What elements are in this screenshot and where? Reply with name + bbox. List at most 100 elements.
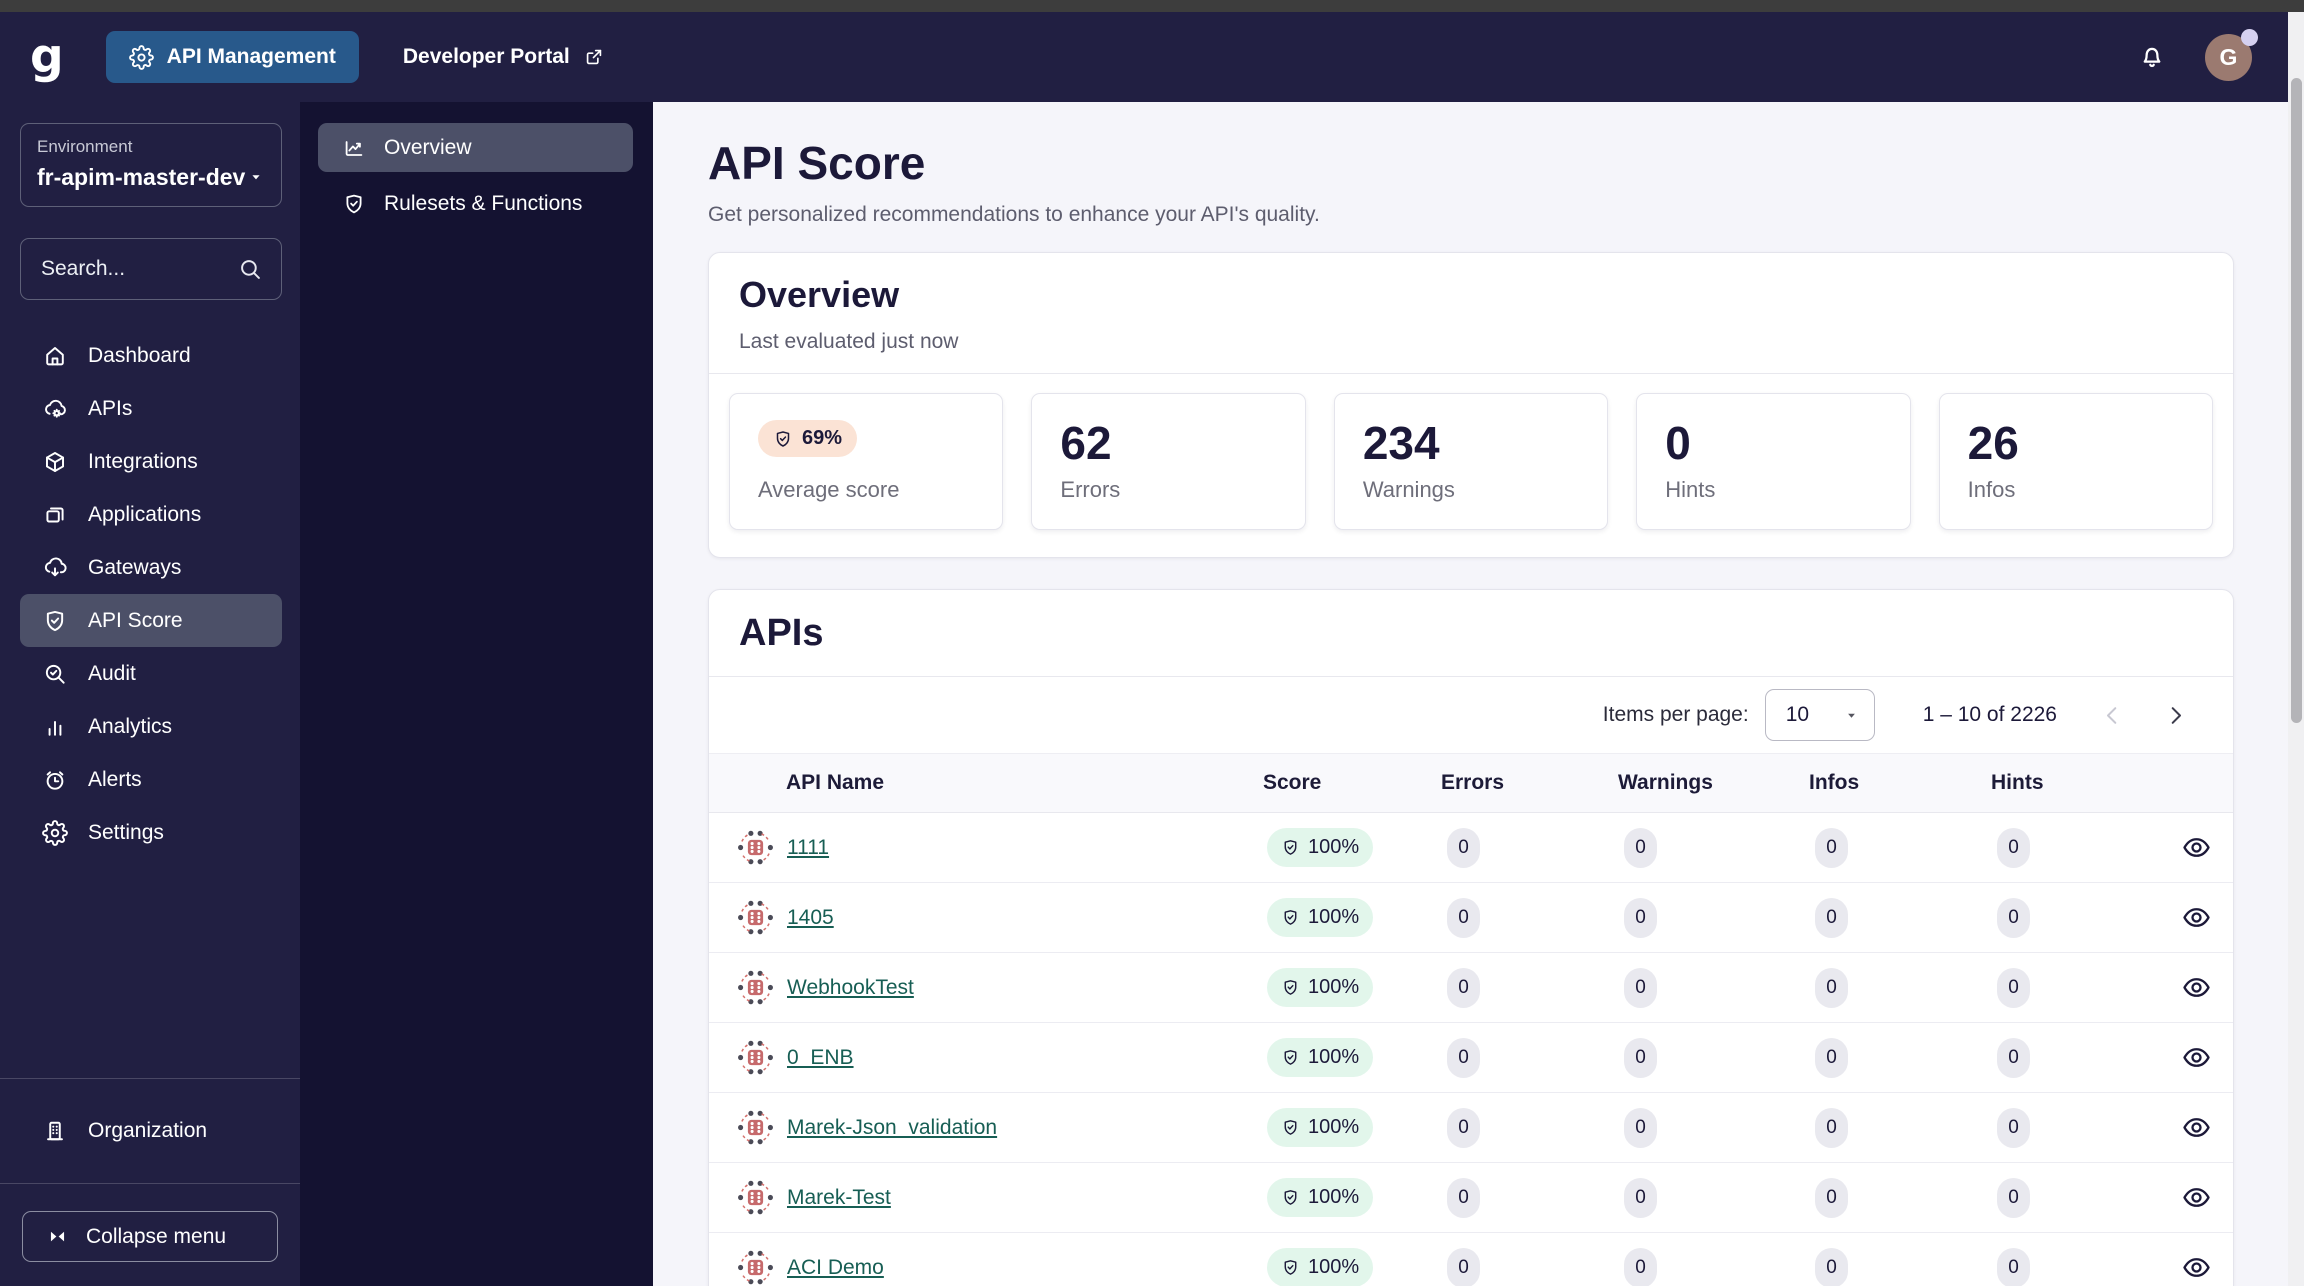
api-name-link[interactable]: Marek-Test <box>787 1186 891 1210</box>
sidebar-item-label: Alerts <box>88 767 142 791</box>
infos-count: 0 <box>1815 897 1848 938</box>
column-header-score: Score <box>1263 771 1322 794</box>
environment-select[interactable]: Environment fr-apim-master-dev <box>20 123 282 207</box>
api-name-link[interactable]: WebhookTest <box>787 976 914 1000</box>
page-size-value: 10 <box>1785 703 1810 726</box>
shield-check-icon <box>342 192 366 216</box>
stat-label: Average score <box>758 477 900 502</box>
api-avatar-icon <box>737 1179 774 1216</box>
stat-card-average-score: 69% Average score <box>729 393 1004 530</box>
api-avatar-icon <box>737 899 774 936</box>
eye-button[interactable] <box>2181 972 2212 1003</box>
subsidebar-item-label: Overview <box>384 135 472 159</box>
sidebar-item-api-score[interactable]: API Score <box>20 594 282 647</box>
sidebar-item-integrations[interactable]: Integrations <box>20 435 282 488</box>
topbar: g API Management Developer Portal G <box>0 12 2288 102</box>
api-name-link[interactable]: 0_ENB <box>787 1046 854 1070</box>
overview-card: Overview Last evaluated just now 69% Ave… <box>708 252 2234 558</box>
shield-check-icon <box>1281 978 1300 997</box>
page-title: API Score <box>708 137 926 189</box>
overview-stats: 69% Average score 62 Errors 234 Warnings 0… <box>709 374 2233 557</box>
search-check-icon <box>42 661 68 687</box>
subsidebar-item-label: Rulesets & Functions <box>384 191 583 215</box>
api-name-link[interactable]: 1111 <box>787 836 829 860</box>
sidebar-nav: Dashboard APIs Integrations Applications… <box>0 329 300 859</box>
stat-value: 234 <box>1362 417 1440 469</box>
api-avatar-icon <box>737 829 774 866</box>
cloud-gear-icon <box>42 396 68 422</box>
hints-count: 0 <box>1997 1177 2030 1218</box>
next-page-chevron-icon[interactable] <box>2162 702 2189 729</box>
sidebar-item-label: Integrations <box>88 449 198 473</box>
scrollbar-thumb[interactable] <box>2290 78 2302 723</box>
user-avatar[interactable]: G <box>2205 28 2258 81</box>
sidebar-item-analytics[interactable]: Analytics <box>20 700 282 753</box>
stat-label: Infos <box>1967 477 2016 502</box>
errors-count: 0 <box>1447 1107 1480 1148</box>
sidebar-item-audit[interactable]: Audit <box>20 647 282 700</box>
hints-count: 0 <box>1997 1037 2030 1078</box>
stat-card-errors: 62 Errors <box>1031 393 1306 530</box>
secondary-sidebar: Overview Rulesets & Functions <box>300 102 653 1286</box>
cloud-download-icon <box>42 555 68 581</box>
warnings-count: 0 <box>1624 1107 1657 1148</box>
sidebar-divider <box>0 1183 300 1184</box>
sidebar-item-label: Dashboard <box>88 343 191 367</box>
infos-count: 0 <box>1815 967 1848 1008</box>
eye-button[interactable] <box>2181 1252 2212 1283</box>
eye-button[interactable] <box>2181 1042 2212 1073</box>
sidebar-item-label: APIs <box>88 396 133 420</box>
page-scrollbar <box>2288 12 2304 1286</box>
sidebar-item-gateways[interactable]: Gateways <box>20 541 282 594</box>
api-avatar-icon <box>737 1109 774 1146</box>
shield-check-icon <box>42 608 68 634</box>
hints-count: 0 <box>1997 967 2030 1008</box>
table-header: API Name Score Errors Warnings Infos Hints <box>709 753 2233 813</box>
shield-check-icon <box>1281 1118 1300 1137</box>
subsidebar-item-rulesets-functions[interactable]: Rulesets & Functions <box>318 179 633 228</box>
api-management-button[interactable]: API Management <box>105 31 359 83</box>
subsidebar-item-overview[interactable]: Overview <box>318 123 633 172</box>
sidebar-item-organization[interactable]: Organization <box>0 1079 300 1183</box>
alarm-icon <box>42 767 68 793</box>
hints-count: 0 <box>1997 827 2030 868</box>
previous-page-chevron-icon[interactable] <box>2099 702 2126 729</box>
collapse-menu-button[interactable]: Collapse menu <box>22 1211 278 1262</box>
column-header-api-name: API Name <box>786 771 885 794</box>
api-avatar-icon <box>737 1039 774 1076</box>
eye-button[interactable] <box>2181 1112 2212 1143</box>
sidebar-item-dashboard[interactable]: Dashboard <box>20 329 282 382</box>
collapse-menu-label: Collapse menu <box>86 1224 227 1248</box>
search-input[interactable] <box>39 256 237 282</box>
sidebar-item-applications[interactable]: Applications <box>20 488 282 541</box>
items-per-page-label: Items per page: <box>1602 703 1749 726</box>
api-name-link[interactable]: ACI Demo <box>787 1256 884 1280</box>
api-name-link[interactable]: Marek-Json_validation <box>787 1116 997 1140</box>
stat-label: Errors <box>1060 477 1121 502</box>
column-header-warnings: Warnings <box>1618 771 1713 794</box>
external-link-icon <box>583 46 605 68</box>
search-icon[interactable] <box>237 256 263 282</box>
collapse-icon <box>47 1226 68 1247</box>
table-row: Marek-Test 100% 0 0 0 0 <box>709 1163 2233 1233</box>
errors-count: 0 <box>1447 967 1480 1008</box>
gravitee-logo: g <box>30 28 64 84</box>
sidebar-item-label: Applications <box>88 502 202 526</box>
developer-portal-link[interactable]: Developer Portal <box>403 45 605 69</box>
table-body: 1111 100% 0 0 0 0 1405 100% 0 0 0 0 Webh… <box>709 813 2233 1286</box>
sidebar-item-settings[interactable]: Settings <box>20 806 282 859</box>
eye-button[interactable] <box>2181 832 2212 863</box>
average-score-badge: 69% <box>758 420 858 457</box>
sidebar-item-alerts[interactable]: Alerts <box>20 753 282 806</box>
api-name-link[interactable]: 1405 <box>787 906 834 930</box>
table-row: ACI Demo 100% 0 0 0 0 <box>709 1233 2233 1286</box>
eye-button[interactable] <box>2181 1182 2212 1213</box>
pagination-range: 1 – 10 of 2226 <box>1922 703 2057 726</box>
sidebar-item-apis[interactable]: APIs <box>20 382 282 435</box>
page-size-select[interactable]: 10 <box>1764 689 1875 741</box>
sidebar-item-label: API Score <box>88 608 183 632</box>
notifications-bell-icon[interactable] <box>2137 42 2167 72</box>
eye-button[interactable] <box>2181 902 2212 933</box>
home-icon <box>42 343 68 369</box>
shield-check-icon <box>1281 838 1300 857</box>
